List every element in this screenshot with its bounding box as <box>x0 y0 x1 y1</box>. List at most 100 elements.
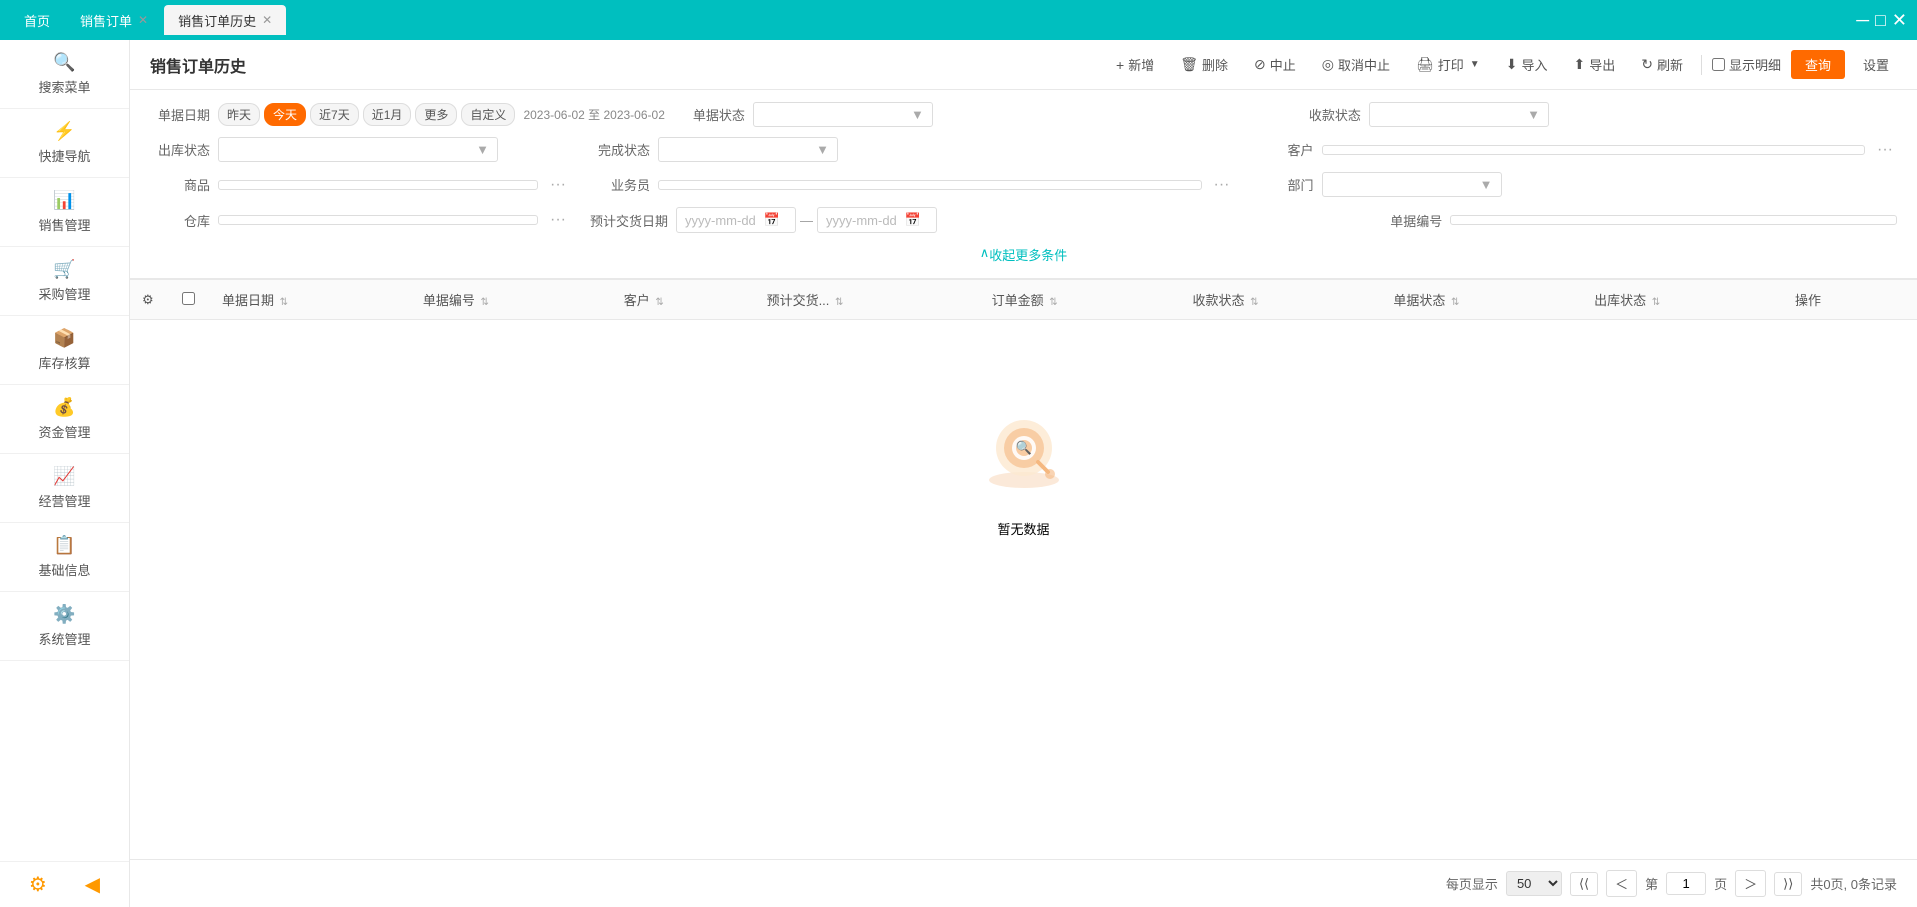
first-page-btn[interactable]: ⟨⟨ <box>1570 872 1598 896</box>
tab-sales-order-history[interactable]: 销售订单历史 ✕ <box>164 5 286 35</box>
filter-delivery-date: 预计交货日期 yyyy-mm-dd 📅 — yyyy-mm-dd 📅 <box>590 207 1362 233</box>
filter-row-4: 仓库 ··· 预计交货日期 yyyy-mm-dd 📅 — yyyy-mm-dd <box>150 207 1897 233</box>
total-label: 共0页, 0条记录 <box>1810 874 1897 893</box>
cancel-stop-btn-label: 取消中止 <box>1338 55 1390 74</box>
th-doc-status[interactable]: 单据状态 ⇅ <box>1381 280 1582 320</box>
filter-complete-status-select[interactable]: ▼ <box>658 137 838 162</box>
filter-doc-number-input[interactable] <box>1450 215 1897 225</box>
stop-btn[interactable]: ⊘ 中止 <box>1246 51 1304 78</box>
sidebar-item-purchase[interactable]: 🛒 采购管理 <box>0 247 129 316</box>
filter-doc-status-select[interactable]: ▼ <box>753 102 933 127</box>
th-stock-status[interactable]: 出库状态 ⇅ <box>1582 280 1783 320</box>
sidebar-collapse-btn[interactable]: ◀ <box>85 872 100 897</box>
print-dropdown-icon: ▼ <box>1470 59 1480 70</box>
window-minimize-btn[interactable]: ─ <box>1856 11 1869 29</box>
prev-page-btn[interactable]: ＜ <box>1606 870 1637 897</box>
filter-stock-status-select[interactable]: ▼ <box>218 137 498 162</box>
sidebar-item-base-info[interactable]: 📋 基础信息 <box>0 523 129 592</box>
date-pill-1month[interactable]: 近1月 <box>363 103 412 126</box>
filter-warehouse-input[interactable] <box>218 215 538 225</box>
search-menu-icon: 🔍 <box>53 52 75 73</box>
tab-sales-order-close[interactable]: ✕ <box>138 13 148 27</box>
th-date[interactable]: 单据日期 ⇅ <box>210 280 411 320</box>
table-area: ⚙ 单据日期 ⇅ 单据编号 ⇅ 客户 ⇅ 预计交货... ⇅ 订单金额 ⇅ 收款… <box>130 279 1917 859</box>
new-icon: + <box>1116 57 1124 73</box>
import-btn-label: 导入 <box>1521 55 1547 74</box>
delivery-date-range: yyyy-mm-dd 📅 — yyyy-mm-dd 📅 <box>676 207 937 233</box>
cancel-stop-icon: ◎ <box>1322 56 1334 73</box>
refresh-btn[interactable]: ↻ 刷新 <box>1633 51 1691 78</box>
delivery-date-start[interactable]: yyyy-mm-dd 📅 <box>676 207 796 233</box>
cancel-stop-btn[interactable]: ◎ 取消中止 <box>1314 51 1398 78</box>
th-settings[interactable]: ⚙ <box>130 280 170 320</box>
customer-dots-btn[interactable]: ··· <box>1873 141 1897 159</box>
window-close-btn[interactable]: ✕ <box>1892 11 1907 29</box>
th-receipt-status[interactable]: 收款状态 ⇅ <box>1180 280 1381 320</box>
delivery-date-end[interactable]: yyyy-mm-dd 📅 <box>817 207 937 233</box>
date-pill-custom[interactable]: 自定义 <box>461 103 515 126</box>
page-header: 销售订单历史 + 新增 🗑 删除 ⊘ 中止 ◎ 取消中止 <box>130 40 1917 90</box>
th-check[interactable] <box>170 280 210 320</box>
settings-btn[interactable]: 设置 <box>1855 51 1897 78</box>
sidebar-item-finance[interactable]: 💰 资金管理 <box>0 385 129 454</box>
export-btn[interactable]: ⬆ 导出 <box>1565 51 1623 78</box>
filter-area: 单据日期 昨天 今天 近7天 近1月 更多 自定义 2023-06-02 至 2… <box>130 90 1917 279</box>
filter-date-label: 单据日期 <box>150 105 210 124</box>
next-page-btn[interactable]: ＞ <box>1735 870 1766 897</box>
date-pill-today[interactable]: 今天 <box>264 103 306 126</box>
filter-customer: 客户 ··· <box>1254 140 1898 159</box>
sidebar-item-search-menu[interactable]: 🔍 搜索菜单 <box>0 40 129 109</box>
tab-sales-order[interactable]: 销售订单 ✕ <box>66 5 162 35</box>
filter-customer-input[interactable] <box>1322 145 1866 155</box>
import-btn[interactable]: ⬇ 导入 <box>1498 51 1556 78</box>
delete-btn[interactable]: 🗑 删除 <box>1172 51 1236 78</box>
filter-stock-status: 出库状态 ▼ <box>150 137 570 162</box>
page-size-select[interactable]: 10 20 50 100 <box>1506 871 1562 896</box>
finance-icon: 💰 <box>53 397 75 418</box>
query-btn[interactable]: 查询 <box>1791 50 1845 79</box>
th-amount[interactable]: 订单金额 ⇅ <box>980 280 1181 320</box>
sidebar-item-sales[interactable]: 📊 销售管理 <box>0 178 129 247</box>
sidebar-item-system[interactable]: ⚙️ 系统管理 <box>0 592 129 661</box>
page-input[interactable] <box>1666 872 1706 895</box>
date-pill-yesterday[interactable]: 昨天 <box>218 103 260 126</box>
sidebar-item-quick-nav[interactable]: ⚡ 快捷导航 <box>0 109 129 178</box>
toolbar-divider <box>1701 55 1702 75</box>
filter-receipt-status-select[interactable]: ▼ <box>1369 102 1549 127</box>
sidebar-item-base-info-label: 基础信息 <box>38 560 90 579</box>
filter-salesperson-input[interactable] <box>658 180 1202 190</box>
filter-doc-status-label: 单据状态 <box>685 105 745 124</box>
date-pill-more[interactable]: 更多 <box>415 103 457 126</box>
sort-customer-icon: ⇅ <box>655 297 663 308</box>
system-icon: ⚙️ <box>53 604 75 625</box>
print-btn[interactable]: 🖨 打印 ▼ <box>1408 51 1488 78</box>
filter-dept-select[interactable]: ▼ <box>1322 172 1502 197</box>
calendar-icon: 📅 <box>764 212 780 228</box>
last-page-btn[interactable]: ⟩⟩ <box>1774 872 1802 896</box>
warehouse-dots-btn[interactable]: ··· <box>546 211 570 229</box>
show-detail-checkbox[interactable] <box>1712 58 1725 71</box>
filter-dept-label: 部门 <box>1254 175 1314 194</box>
filter-delivery-date-label: 预计交货日期 <box>590 211 668 230</box>
th-customer[interactable]: 客户 ⇅ <box>612 280 755 320</box>
sort-stock-icon: ⇅ <box>1652 297 1660 308</box>
th-delivery[interactable]: 预计交货... ⇅ <box>755 280 980 320</box>
tab-sales-order-history-close[interactable]: ✕ <box>262 13 272 27</box>
table-header-row: ⚙ 单据日期 ⇅ 单据编号 ⇅ 客户 ⇅ 预计交货... ⇅ 订单金额 ⇅ 收款… <box>130 280 1917 320</box>
tab-home[interactable]: 首页 <box>10 5 64 35</box>
collapse-row[interactable]: ∧ 收起更多条件 <box>150 243 1897 266</box>
filter-product-input[interactable] <box>218 180 538 190</box>
date-pill-7days[interactable]: 近7天 <box>310 103 359 126</box>
sort-delivery-icon: ⇅ <box>835 297 843 308</box>
th-number[interactable]: 单据编号 ⇅ <box>411 280 612 320</box>
salesperson-dots-btn[interactable]: ··· <box>1210 176 1234 194</box>
window-maximize-btn[interactable]: □ <box>1875 11 1886 29</box>
quick-nav-icon: ⚡ <box>53 121 75 142</box>
new-btn[interactable]: + 新增 <box>1108 51 1162 78</box>
sidebar-item-inventory[interactable]: 📦 库存核算 <box>0 316 129 385</box>
sidebar-item-operation[interactable]: 📈 经营管理 <box>0 454 129 523</box>
select-all-checkbox[interactable] <box>182 292 195 305</box>
product-dots-btn[interactable]: ··· <box>546 176 570 194</box>
refresh-btn-label: 刷新 <box>1657 55 1683 74</box>
sidebar-settings-btn[interactable]: ⚙ <box>29 872 47 897</box>
